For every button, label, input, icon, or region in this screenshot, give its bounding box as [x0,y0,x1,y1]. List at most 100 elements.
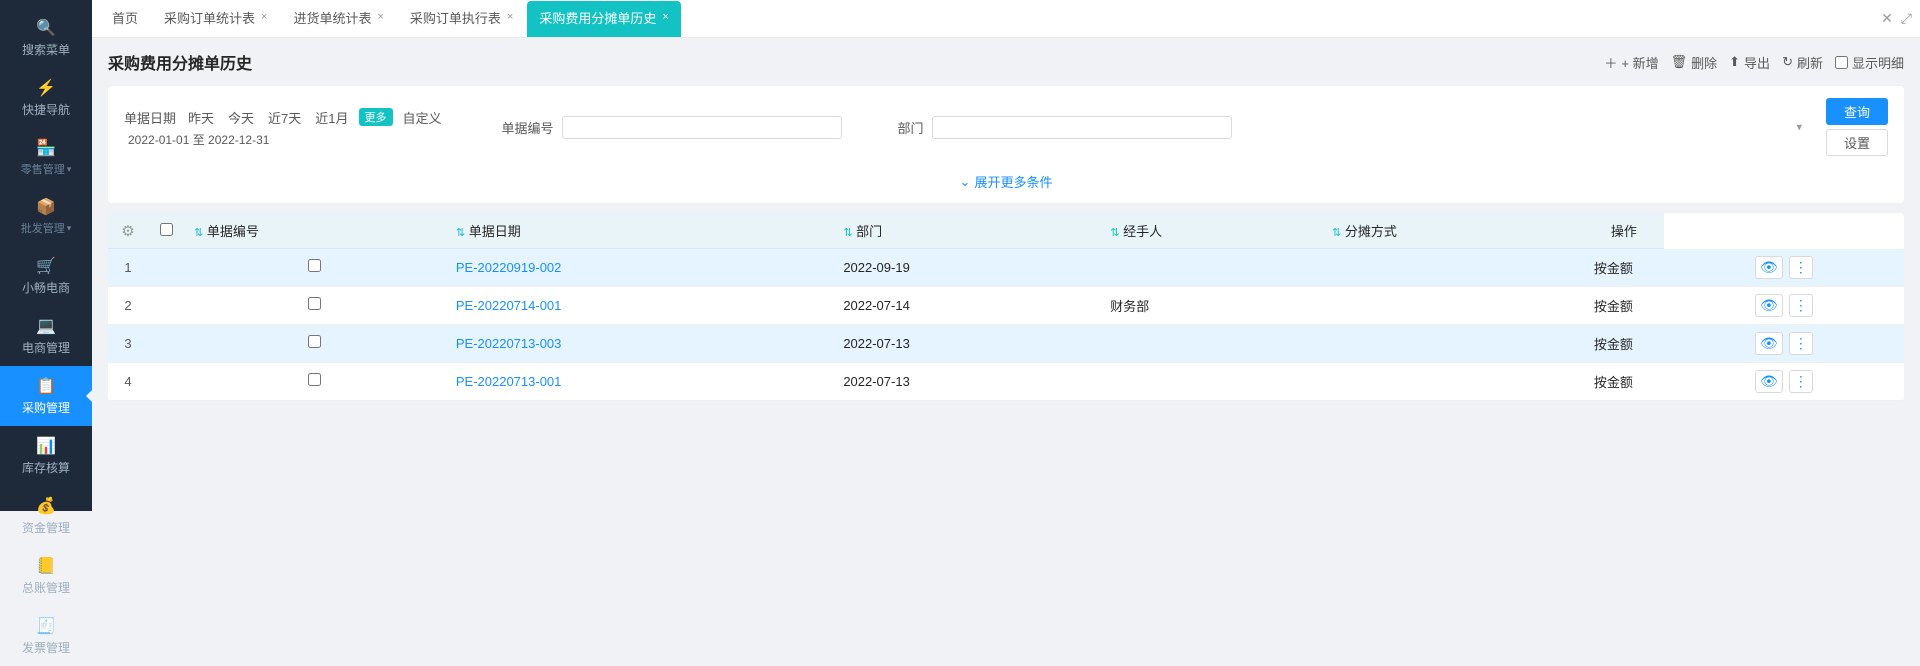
row-checkbox[interactable] [308,297,321,310]
delete-button[interactable]: 🗑 删除 [1671,53,1718,72]
sidebar-item-label: 资金管理 [22,521,70,535]
sidebar-item-finance[interactable]: 💰 资金管理 [0,486,92,546]
sidebar-item-ecom-mgmt[interactable]: 💻 电商管理 [0,306,92,366]
tab-actions: ✕ ⤢ [1881,10,1912,27]
select-all-checkbox[interactable] [160,223,173,236]
row-split-method: 按金额 [1584,362,1664,400]
row-action-cell: 👁 ⋮ [1664,249,1904,287]
sidebar: 🔍 搜索菜单 ⚡ 快捷导航 🏪 零售管理 ▾ 📦 批发管理 ▾ 🛒 小畅电商 💻… [0,0,92,511]
sidebar-item-retail[interactable]: 🏪 零售管理 ▾ [0,128,92,187]
row-doc-num: PE-20220713-001 [446,362,833,400]
money-icon: 💰 [4,496,88,516]
more-action-icon[interactable]: ⋮ [1789,294,1813,317]
export-button[interactable]: ⬆ 导出 [1729,53,1770,72]
row-doc-num: PE-20220714-001 [446,286,833,324]
row-checkbox[interactable] [308,373,321,386]
view-icon[interactable]: 👁 [1755,256,1783,279]
sidebar-item-quick-nav[interactable]: ⚡ 快捷导航 [0,68,92,128]
row-dept [1100,324,1322,362]
sidebar-item-label: 电商管理 [22,341,70,355]
store-icon: 🏪 [4,138,88,158]
today-btn[interactable]: 今天 [224,107,258,128]
date-shortcuts: 昨天 今天 近7天 近1月 更多 自定义 [184,107,446,128]
tab-bar: 首页 采购订单统计表 × 进货单统计表 × 采购订单执行表 × 采购费用分摊单历… [92,0,1920,38]
doc-num-link[interactable]: PE-20220713-003 [456,336,562,351]
row-doc-num: PE-20220713-003 [446,324,833,362]
sidebar-item-ecom-small[interactable]: 🛒 小畅电商 [0,246,92,306]
th-dept: ⇅ 部门 [833,213,1100,249]
close-all-icon[interactable]: ✕ [1881,10,1893,27]
sidebar-item-invoice[interactable]: 🧾 发票管理 [0,606,92,666]
chevron-down-icon: ▾ [67,223,72,234]
doc-num-link[interactable]: PE-20220713-001 [456,374,562,389]
sort-icon: ⇅ [1332,227,1341,239]
yesterday-btn[interactable]: 昨天 [184,107,218,128]
sidebar-item-label: 批发管理 [21,220,65,236]
doc-num-link[interactable]: PE-20220919-002 [456,260,562,275]
last1m-btn[interactable]: 近1月 [311,107,352,128]
sidebar-item-wholesale[interactable]: 📦 批发管理 ▾ [0,187,92,246]
tab-label: 进货单统计表 [293,8,371,27]
close-icon[interactable]: × [662,12,668,23]
sidebar-item-purchase[interactable]: 📋 采购管理 [0,366,92,426]
maximize-icon[interactable]: ⤢ [1901,10,1912,27]
view-icon[interactable]: 👁 [1755,332,1783,355]
sort-icon: ⇅ [843,227,852,239]
ledger-icon: 📒 [4,556,88,576]
show-detail-input[interactable] [1835,56,1848,69]
dept-select[interactable]: 财务部 [932,116,1232,139]
th-doc-num: ⇅ 单据编号 [184,213,446,249]
row-checkbox[interactable] [308,335,321,348]
tab-label: 采购订单统计表 [164,8,255,27]
th-action: 操作 [1584,213,1664,249]
row-num: 2 [108,286,148,324]
tab-inbound-stat[interactable]: 进货单统计表 × [281,1,395,37]
custom-date-btn[interactable]: 自定义 [399,107,446,128]
row-dept [1100,249,1322,287]
row-checkbox[interactable] [308,259,321,272]
sidebar-item-ledger[interactable]: 📒 总账管理 [0,546,92,606]
add-button[interactable]: ＋ + 新增 [1604,53,1658,72]
expand-filter-btn[interactable]: ⌄ 展开更多条件 [960,172,1053,191]
table-row: 2 PE-20220714-001 2022-07-14 财务部 按金额 👁 ⋮ [108,286,1904,324]
more-action-icon[interactable]: ⋮ [1789,332,1813,355]
page-header: 采购费用分摊单历史 ＋ + 新增 🗑 删除 ⬆ 导出 ↻ 刷新 [108,50,1904,74]
data-table-container: ⚙ ⇅ 单据编号 ⇅ 单据日期 [108,213,1904,401]
show-detail-label: 显示明细 [1852,53,1904,72]
settings-button[interactable]: 设置 [1826,129,1888,156]
row-dept [1100,362,1322,400]
more-action-icon[interactable]: ⋮ [1789,370,1813,393]
gear-icon[interactable]: ⚙ [121,223,134,240]
tab-purchase-order-stat[interactable]: 采购订单统计表 × [152,1,279,37]
tab-purchase-order-exec[interactable]: 采购订单执行表 × [398,1,525,37]
row-doc-date: 2022-07-13 [833,324,1100,362]
sidebar-item-inventory[interactable]: 📊 库存核算 [0,426,92,486]
doc-num-input[interactable] [562,116,842,139]
more-date-btn[interactable]: 更多 [359,108,393,126]
close-icon[interactable]: × [377,12,383,23]
row-action-cell: 👁 ⋮ [1664,286,1904,324]
tab-home[interactable]: 首页 [100,1,150,37]
last7-btn[interactable]: 近7天 [264,107,305,128]
row-settings-cell [148,286,184,324]
th-settings: ⚙ [108,213,148,249]
view-icon[interactable]: 👁 [1755,294,1783,317]
sidebar-item-search[interactable]: 🔍 搜索菜单 [0,8,92,68]
row-doc-date: 2022-09-19 [833,249,1100,287]
refresh-button[interactable]: ↻ 刷新 [1782,53,1823,72]
view-icon[interactable]: 👁 [1755,370,1783,393]
close-icon[interactable]: × [261,12,267,23]
sidebar-item-label: 小畅电商 [22,281,70,295]
query-button[interactable]: 查询 [1826,98,1888,125]
more-action-icon[interactable]: ⋮ [1789,256,1813,279]
close-icon[interactable]: × [507,12,513,23]
th-split-method: ⇅ 分摊方式 [1322,213,1584,249]
doc-num-link[interactable]: PE-20220714-001 [456,298,562,313]
dept-label: 部门 [898,118,924,137]
sidebar-item-label: 零售管理 [21,161,65,177]
sort-icon: ⇅ [194,227,203,239]
row-checkbox-cell [184,362,446,400]
tab-purchase-cost-history[interactable]: 采购费用分摊单历史 × [527,1,680,37]
show-detail-checkbox[interactable]: 显示明细 [1835,53,1904,72]
sidebar-item-label: 搜索菜单 [22,43,70,57]
